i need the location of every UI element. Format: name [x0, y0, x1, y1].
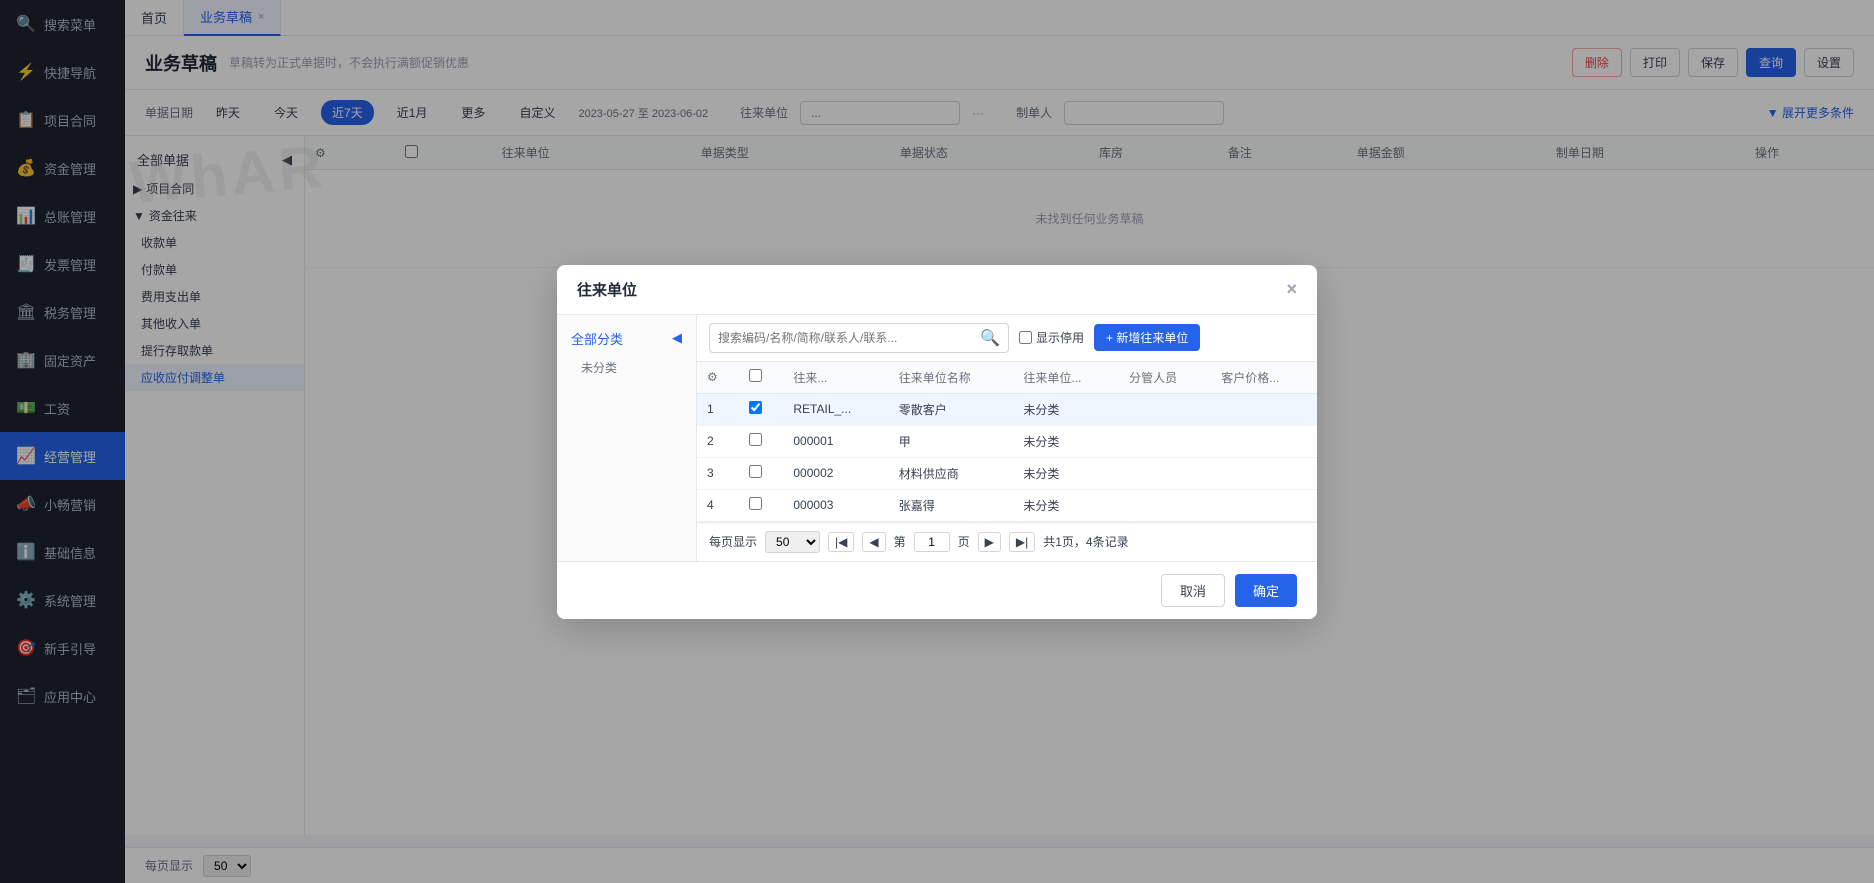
search-icon: 🔍 — [980, 328, 1000, 348]
per-page-label: 每页显示 — [709, 533, 757, 550]
row-num: 3 — [697, 457, 739, 489]
next-page-button[interactable]: ▶ — [978, 532, 1001, 552]
dialog-table-header: ⚙ 往来... 往来单位名称 往来单位... 分管人员 客户价格... — [697, 362, 1317, 394]
prev-page-button[interactable]: ◀ — [862, 532, 885, 552]
total-label: 共1页，4条记录 — [1043, 533, 1128, 550]
unit-dialog: 往来单位 × 全部分类 ◀ 未分类 🔍 — [557, 265, 1317, 619]
row-code: 000001 — [783, 425, 888, 457]
row-num: 2 — [697, 425, 739, 457]
dialog-close-button[interactable]: × — [1286, 279, 1297, 300]
row-manager — [1119, 489, 1211, 521]
row-category: 未分类 — [1013, 457, 1119, 489]
row-checkbox[interactable] — [739, 457, 784, 489]
row-checkbox[interactable] — [739, 393, 784, 425]
row-name: 材料供应商 — [889, 457, 1014, 489]
dlg-col-name: 往来单位名称 — [889, 362, 1014, 394]
row-price — [1211, 425, 1317, 457]
cancel-button[interactable]: 取消 — [1161, 574, 1225, 607]
table-row[interactable]: 4 000003 张嘉得 未分类 — [697, 489, 1317, 521]
dialog-left-collapse-icon[interactable]: ◀ — [672, 330, 682, 346]
row-name: 甲 — [889, 425, 1014, 457]
row-price — [1211, 489, 1317, 521]
dlg-col-code: 往来... — [783, 362, 888, 394]
dlg-col-settings[interactable]: ⚙ — [697, 362, 739, 394]
row-manager — [1119, 457, 1211, 489]
dlg-col-price: 客户价格... — [1211, 362, 1317, 394]
dialog-search-box[interactable]: 🔍 — [709, 323, 1009, 353]
row-checkbox[interactable] — [739, 425, 784, 457]
dialog-right-panel: 🔍 显示停用 + 新增往来单位 ⚙ — [697, 315, 1317, 561]
dialog-pagination: 每页显示 50 100 200 |◀ ◀ 第 页 ▶ ▶| 共1页，4条记录 — [697, 522, 1317, 561]
row-category: 未分类 — [1013, 425, 1119, 457]
last-page-button[interactable]: ▶| — [1009, 532, 1035, 552]
first-page-button[interactable]: |◀ — [828, 532, 854, 552]
confirm-button[interactable]: 确定 — [1235, 574, 1297, 607]
page-word: 第 — [894, 533, 906, 550]
row-code: 000003 — [783, 489, 888, 521]
page-number-input[interactable] — [914, 532, 950, 552]
show-disabled-label[interactable]: 显示停用 — [1019, 329, 1084, 346]
dialog-actions: 取消 确定 — [557, 561, 1317, 619]
dialog-left-panel: 全部分类 ◀ 未分类 — [557, 315, 697, 561]
row-num: 4 — [697, 489, 739, 521]
dialog-header: 往来单位 × — [557, 265, 1317, 315]
add-unit-button[interactable]: + 新增往来单位 — [1094, 324, 1200, 351]
row-settings: 1 — [697, 393, 739, 425]
page-label: 页 — [958, 533, 970, 550]
row-code: RETAIL_... — [783, 393, 888, 425]
dlg-select-all[interactable] — [749, 369, 762, 382]
dialog-search-input[interactable] — [718, 331, 974, 345]
dialog-title: 往来单位 — [577, 279, 637, 300]
dlg-col-checkbox[interactable] — [739, 362, 784, 394]
row-name: 零散客户 — [889, 393, 1014, 425]
row-category: 未分类 — [1013, 393, 1119, 425]
show-disabled-text: 显示停用 — [1036, 329, 1084, 346]
all-category-label: 全部分类 — [571, 329, 623, 348]
dlg-col-manager: 分管人员 — [1119, 362, 1211, 394]
dialog-overlay: 往来单位 × 全部分类 ◀ 未分类 🔍 — [0, 0, 1874, 883]
row-checkbox[interactable] — [739, 489, 784, 521]
dialog-all-category[interactable]: 全部分类 ◀ — [557, 323, 696, 354]
show-disabled-checkbox[interactable] — [1019, 331, 1032, 344]
row-category: 未分类 — [1013, 489, 1119, 521]
row-manager — [1119, 425, 1211, 457]
table-row[interactable]: 2 000001 甲 未分类 — [697, 425, 1317, 457]
row-code: 000002 — [783, 457, 888, 489]
dlg-col-category: 往来单位... — [1013, 362, 1119, 394]
dialog-table-wrapper: ⚙ 往来... 往来单位名称 往来单位... 分管人员 客户价格... — [697, 362, 1317, 522]
table-row[interactable]: 3 000002 材料供应商 未分类 — [697, 457, 1317, 489]
row-price — [1211, 393, 1317, 425]
row-price — [1211, 457, 1317, 489]
dialog-body: 全部分类 ◀ 未分类 🔍 显示停用 + 新增往来单位 — [557, 315, 1317, 561]
dialog-category-unclassified[interactable]: 未分类 — [557, 354, 696, 381]
row-manager — [1119, 393, 1211, 425]
dialog-table: ⚙ 往来... 往来单位名称 往来单位... 分管人员 客户价格... — [697, 362, 1317, 522]
row-name: 张嘉得 — [889, 489, 1014, 521]
table-row[interactable]: 1 RETAIL_... 零散客户 未分类 — [697, 393, 1317, 425]
per-page-select[interactable]: 50 100 200 — [765, 531, 820, 553]
dialog-toolbar: 🔍 显示停用 + 新增往来单位 — [697, 315, 1317, 362]
